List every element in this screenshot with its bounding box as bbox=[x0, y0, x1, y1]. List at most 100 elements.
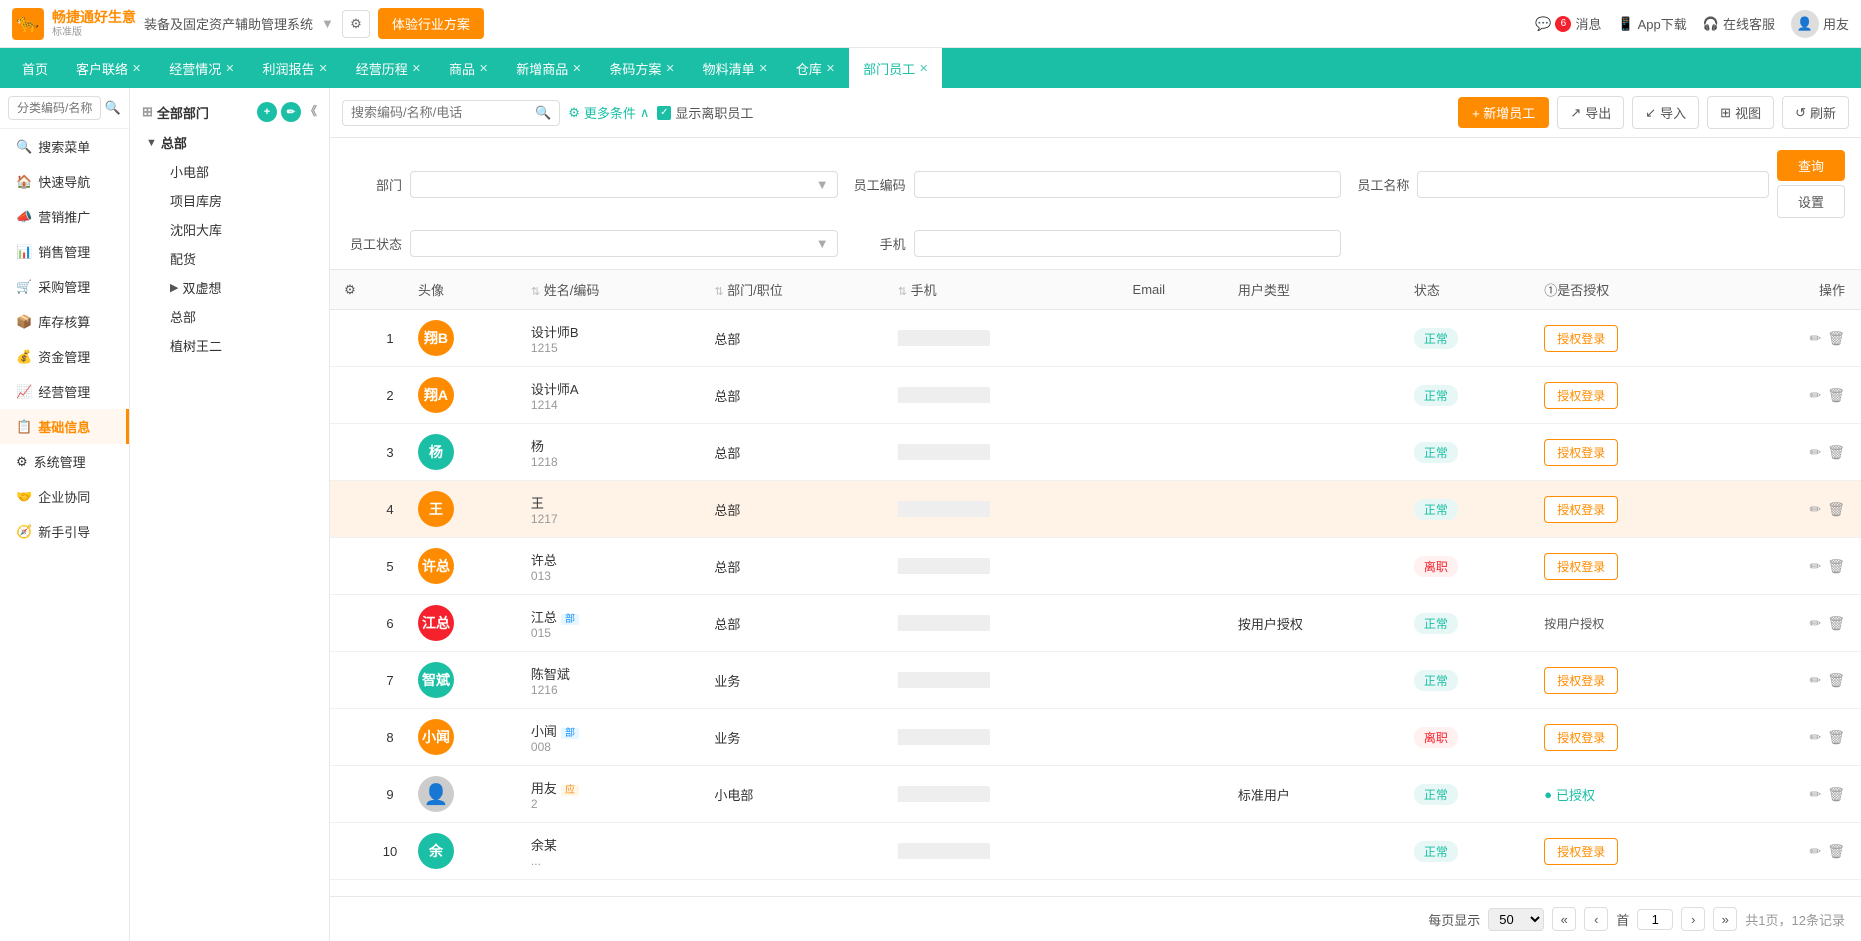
next-page-button[interactable]: › bbox=[1681, 907, 1705, 931]
resigned-checkbox[interactable]: ✓ bbox=[657, 106, 671, 120]
phone-input[interactable] bbox=[914, 230, 1342, 257]
prev-page-button[interactable]: ‹ bbox=[1584, 907, 1608, 931]
nav-item-home[interactable]: 首页 bbox=[8, 48, 62, 88]
close-icon-barcode[interactable]: ✕ bbox=[665, 62, 674, 75]
nav-item-bom[interactable]: 物料清单✕ bbox=[689, 48, 782, 88]
delete-button[interactable]: 🗑 bbox=[1827, 387, 1845, 404]
import-button[interactable]: ↙ 导入 bbox=[1632, 96, 1699, 129]
close-icon-goods[interactable]: ✕ bbox=[479, 62, 488, 75]
edit-button[interactable]: ✏ bbox=[1809, 672, 1821, 689]
authorize-button[interactable]: 授权登录 bbox=[1544, 838, 1618, 865]
delete-button[interactable]: 🗑 bbox=[1827, 558, 1845, 575]
dept-item-shenyang[interactable]: 沈阳大库 bbox=[154, 215, 329, 244]
authorize-button[interactable]: 授权登录 bbox=[1544, 325, 1618, 352]
dept-item-shuangxu[interactable]: ▶ 双虚想 bbox=[154, 273, 329, 302]
sidebar-search-input[interactable] bbox=[8, 96, 101, 120]
edit-button[interactable]: ✏ bbox=[1809, 501, 1821, 518]
authorize-button[interactable]: 授权登录 bbox=[1544, 439, 1618, 466]
sidebar-item-quicknav[interactable]: 🏠 快速导航 bbox=[0, 164, 129, 199]
authorize-button[interactable]: 授权登录 bbox=[1544, 553, 1618, 580]
page-size-select[interactable]: 10 20 50 100 bbox=[1488, 908, 1544, 931]
sort-icon-name[interactable]: ⇅ bbox=[531, 286, 540, 298]
settings-icon[interactable]: ⚙ bbox=[344, 282, 356, 297]
dropdown-arrow-icon[interactable]: ▼ bbox=[321, 16, 334, 31]
sidebar-item-finance[interactable]: 💰 资金管理 bbox=[0, 339, 129, 374]
edit-button[interactable]: ✏ bbox=[1809, 786, 1821, 803]
dept-item-project[interactable]: 项目库房 bbox=[154, 186, 329, 215]
last-page-button[interactable]: » bbox=[1713, 907, 1737, 931]
edit-button[interactable]: ✏ bbox=[1809, 843, 1821, 860]
delete-button[interactable]: 🗑 bbox=[1827, 501, 1845, 518]
sort-icon-dept[interactable]: ⇅ bbox=[714, 286, 723, 298]
sidebar-item-guide[interactable]: 🧭 新手引导 bbox=[0, 514, 129, 549]
view-button[interactable]: ⊞ 视图 bbox=[1707, 96, 1774, 129]
authorize-button[interactable]: 授权登录 bbox=[1544, 724, 1618, 751]
delete-button[interactable]: 🗑 bbox=[1827, 615, 1845, 632]
authorize-button[interactable]: 授权登录 bbox=[1544, 496, 1618, 523]
delete-button[interactable]: 🗑 bbox=[1827, 444, 1845, 461]
user-area[interactable]: 👤 用友 bbox=[1791, 10, 1849, 38]
sidebar-item-basic[interactable]: 📋 基础信息 bbox=[0, 409, 129, 444]
close-icon-profit[interactable]: ✕ bbox=[319, 62, 328, 75]
sidebar-item-system[interactable]: ⚙ 系统管理 bbox=[0, 444, 129, 479]
set-button[interactable]: 设置 bbox=[1777, 185, 1845, 218]
nav-item-employee[interactable]: 部门员工✕ bbox=[849, 48, 942, 88]
close-icon-add-goods[interactable]: ✕ bbox=[572, 62, 581, 75]
edit-button[interactable]: ✏ bbox=[1809, 615, 1821, 632]
add-employee-button[interactable]: + 新增员工 bbox=[1458, 97, 1549, 128]
authorize-button[interactable]: 授权登录 bbox=[1544, 667, 1618, 694]
dept-item-distribution[interactable]: 配货 bbox=[154, 244, 329, 273]
nav-item-profit[interactable]: 利润报告✕ bbox=[248, 48, 341, 88]
edit-button[interactable]: ✏ bbox=[1809, 330, 1821, 347]
search-input[interactable] bbox=[351, 105, 531, 120]
nav-item-history[interactable]: 经营历程✕ bbox=[342, 48, 435, 88]
more-filter-button[interactable]: ⚙ 更多条件 ∧ bbox=[568, 103, 649, 122]
settings-button[interactable]: ⚙ bbox=[342, 10, 370, 38]
edit-button[interactable]: ✏ bbox=[1809, 444, 1821, 461]
sidebar-item-inventory[interactable]: 📦 库存核算 bbox=[0, 304, 129, 339]
close-icon-bom[interactable]: ✕ bbox=[759, 62, 768, 75]
delete-button[interactable]: 🗑 bbox=[1827, 843, 1845, 860]
emp-code-input[interactable] bbox=[914, 171, 1342, 198]
nav-item-operation[interactable]: 经营情况✕ bbox=[155, 48, 248, 88]
export-button[interactable]: ↗ 导出 bbox=[1557, 96, 1624, 129]
edit-button[interactable]: ✏ bbox=[1809, 558, 1821, 575]
delete-button[interactable]: 🗑 bbox=[1827, 786, 1845, 803]
sidebar-item-search[interactable]: 🔍 搜索菜单 bbox=[0, 129, 129, 164]
dept-item-headquarters[interactable]: ▼ 总部 bbox=[130, 128, 329, 157]
emp-name-input[interactable] bbox=[1417, 171, 1769, 198]
close-icon-history[interactable]: ✕ bbox=[412, 62, 421, 75]
show-resigned-toggle[interactable]: ✓ 显示离职员工 bbox=[657, 103, 753, 122]
emp-status-select[interactable]: ▼ bbox=[410, 230, 838, 257]
print-button[interactable]: ↺ 刷新 bbox=[1782, 96, 1849, 129]
first-page-button[interactable]: « bbox=[1552, 907, 1576, 931]
dept-item-electronics[interactable]: 小电部 bbox=[154, 157, 329, 186]
dept-collapse-button[interactable]: 《 bbox=[305, 102, 317, 122]
sidebar-item-sales[interactable]: 📊 销售管理 bbox=[0, 234, 129, 269]
nav-item-add-goods[interactable]: 新增商品✕ bbox=[502, 48, 595, 88]
app-download-button[interactable]: 📱 App下载 bbox=[1617, 14, 1686, 33]
delete-button[interactable]: 🗑 bbox=[1827, 330, 1845, 347]
dept-add-button[interactable]: + bbox=[257, 102, 277, 122]
nav-item-warehouse[interactable]: 仓库✕ bbox=[782, 48, 849, 88]
nav-item-barcode[interactable]: 条码方案✕ bbox=[595, 48, 688, 88]
dept-item-zongbu[interactable]: 总部 bbox=[154, 302, 329, 331]
page-number-input[interactable] bbox=[1637, 909, 1673, 930]
delete-button[interactable]: 🗑 bbox=[1827, 729, 1845, 746]
dept-select[interactable]: ▼ bbox=[410, 171, 838, 198]
edit-button[interactable]: ✏ bbox=[1809, 729, 1821, 746]
close-icon-customer[interactable]: ✕ bbox=[132, 62, 141, 75]
delete-button[interactable]: 🗑 bbox=[1827, 672, 1845, 689]
edit-button[interactable]: ✏ bbox=[1809, 387, 1821, 404]
nav-item-goods[interactable]: 商品✕ bbox=[435, 48, 502, 88]
sidebar-item-purchase[interactable]: 🛒 采购管理 bbox=[0, 269, 129, 304]
trial-button[interactable]: 体验行业方案 bbox=[378, 8, 484, 39]
authorize-button[interactable]: 授权登录 bbox=[1544, 382, 1618, 409]
sidebar-item-collab[interactable]: 🤝 企业协同 bbox=[0, 479, 129, 514]
nav-item-customer[interactable]: 客户联络✕ bbox=[62, 48, 155, 88]
messages-button[interactable]: 💬 6 消息 bbox=[1535, 14, 1601, 33]
sidebar-item-management[interactable]: 📈 经营管理 bbox=[0, 374, 129, 409]
sidebar-item-marketing[interactable]: 📣 营销推广 bbox=[0, 199, 129, 234]
dept-edit-button[interactable]: ✏ bbox=[281, 102, 301, 122]
close-icon-operation[interactable]: ✕ bbox=[225, 62, 234, 75]
